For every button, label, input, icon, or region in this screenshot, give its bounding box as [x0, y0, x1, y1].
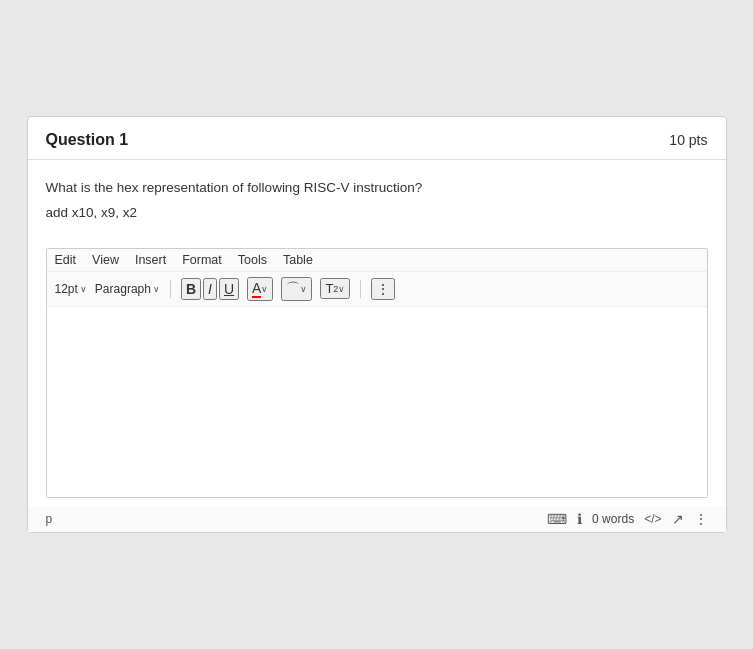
rich-text-editor: Edit View Insert Format Tools Table 12pt…	[46, 248, 708, 498]
question-title: Question 1	[46, 131, 129, 149]
underline-button[interactable]: U	[219, 278, 239, 300]
editor-statusbar: p ⌨ ℹ 0 words </> ↗ ⋮	[28, 506, 726, 532]
editor-toolbar: 12pt ∨ Paragraph ∨ B I U A ∨	[47, 272, 707, 307]
question-card: Question 1 10 pts What is the hex repres…	[27, 116, 727, 532]
menu-edit[interactable]: Edit	[55, 253, 77, 267]
paragraph-tag: p	[46, 512, 53, 526]
code-view-button[interactable]: </>	[644, 512, 661, 526]
editor-content[interactable]	[47, 307, 707, 497]
font-size-selector[interactable]: 12pt ∨	[55, 282, 87, 296]
menu-view[interactable]: View	[92, 253, 119, 267]
color-group: A ∨	[247, 277, 273, 301]
highlight-chevron: ∨	[300, 284, 307, 294]
menu-table[interactable]: Table	[283, 253, 313, 267]
paragraph-selector[interactable]: Paragraph ∨	[95, 282, 160, 296]
statusbar-more-button[interactable]: ⋮	[694, 511, 708, 527]
statusbar-right: ⌨ ℹ 0 words </> ↗ ⋮	[547, 511, 707, 527]
font-size-chevron: ∨	[80, 284, 87, 294]
word-count: 0 words	[592, 512, 634, 526]
menu-tools[interactable]: Tools	[238, 253, 267, 267]
font-color-label: A	[252, 280, 261, 298]
text-format-group: B I U	[181, 278, 239, 300]
more-options-button[interactable]: ⋮	[371, 278, 395, 300]
question-pts: 10 pts	[669, 132, 707, 148]
expand-button[interactable]: ↗	[672, 511, 684, 527]
toolbar-divider-2	[360, 280, 361, 298]
menu-insert[interactable]: Insert	[135, 253, 166, 267]
highlight-group: ⌒ ∨	[281, 277, 312, 301]
italic-button[interactable]: I	[203, 278, 217, 300]
menu-format[interactable]: Format	[182, 253, 222, 267]
bold-button[interactable]: B	[181, 278, 201, 300]
highlight-button[interactable]: ⌒ ∨	[281, 277, 312, 301]
font-size-value: 12pt	[55, 282, 78, 296]
superscript-group: T2 ∨	[320, 278, 350, 299]
editor-menubar: Edit View Insert Format Tools Table	[47, 249, 707, 272]
question-text: What is the hex representation of follow…	[46, 178, 708, 198]
question-body: What is the hex representation of follow…	[28, 160, 726, 247]
highlight-label: ⌒	[286, 280, 300, 298]
info-icon[interactable]: ℹ	[577, 511, 582, 527]
question-code: add x10, x9, x2	[46, 205, 708, 220]
toolbar-divider-1	[170, 280, 171, 298]
superscript-button[interactable]: T2 ∨	[320, 278, 350, 299]
paragraph-value: Paragraph	[95, 282, 151, 296]
font-color-chevron: ∨	[261, 284, 268, 294]
superscript-chevron: ∨	[338, 284, 345, 294]
font-color-button[interactable]: A ∨	[247, 277, 273, 301]
keyboard-icon[interactable]: ⌨	[547, 511, 567, 527]
paragraph-chevron: ∨	[153, 284, 160, 294]
question-header: Question 1 10 pts	[28, 117, 726, 160]
